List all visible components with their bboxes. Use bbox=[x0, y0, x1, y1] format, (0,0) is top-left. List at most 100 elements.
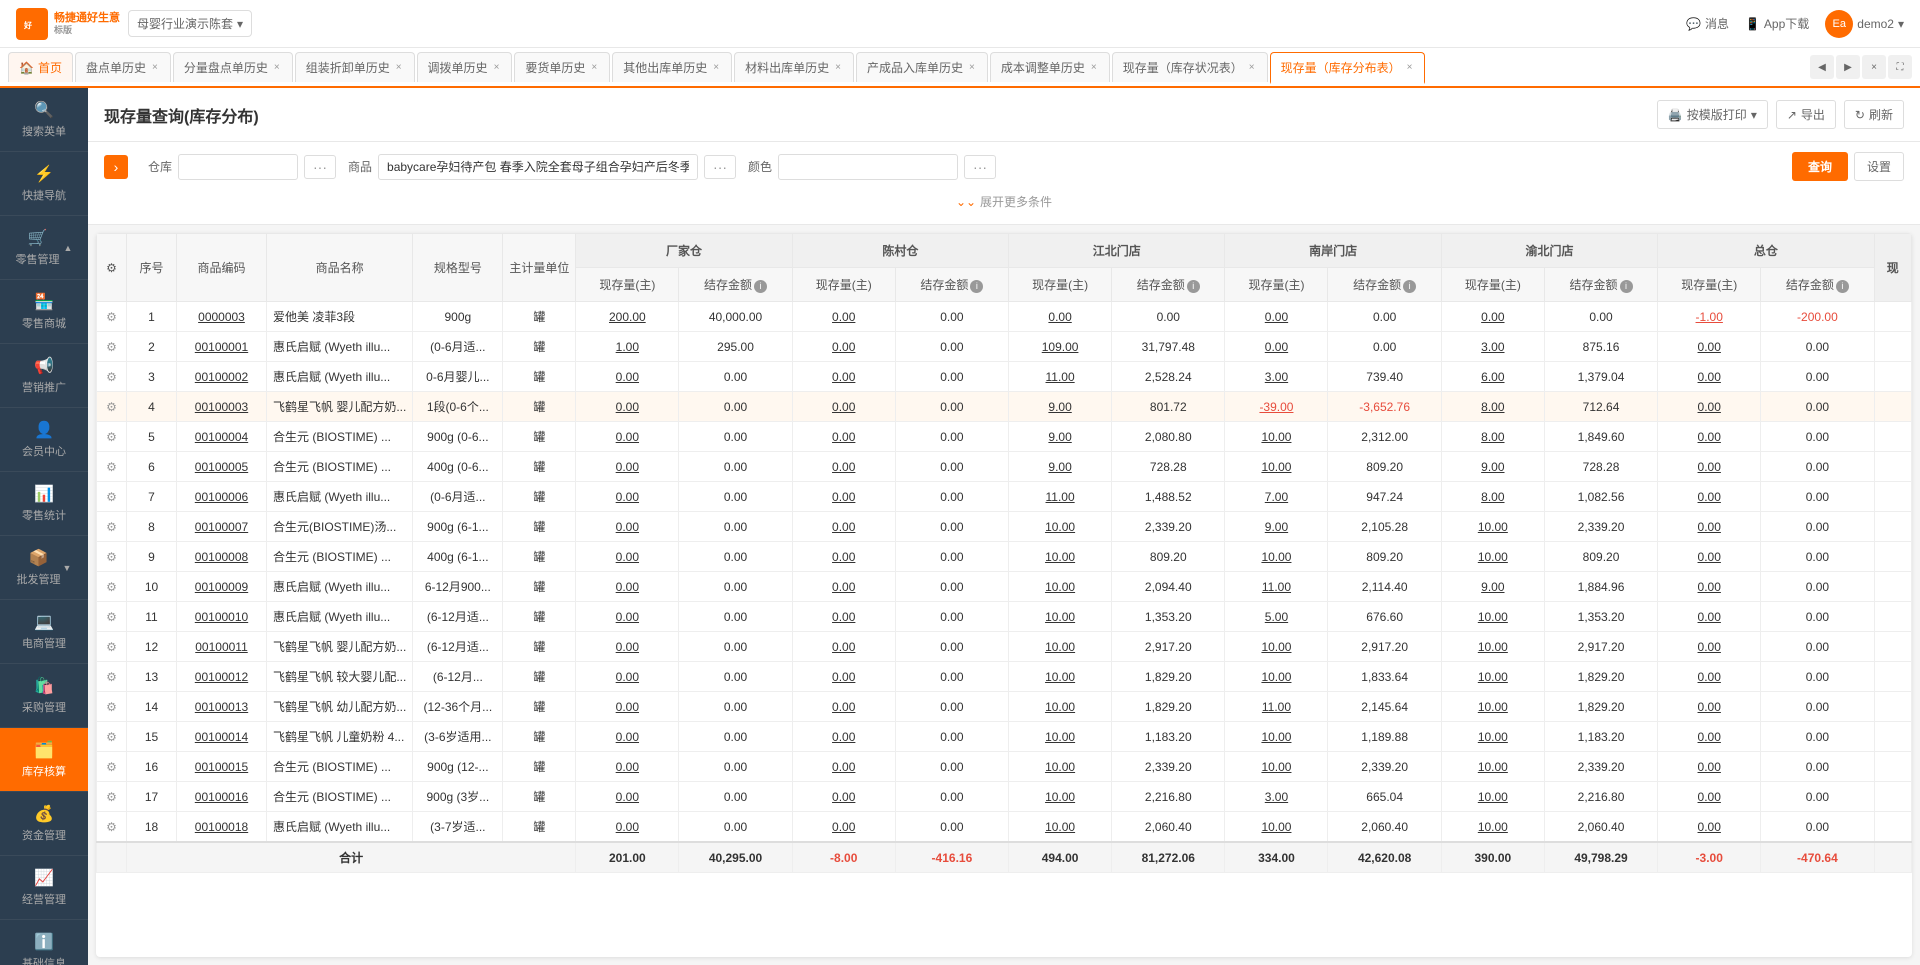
row-settings[interactable]: ⚙ bbox=[97, 752, 127, 782]
row-jiangbei-qty[interactable]: 10.00 bbox=[1009, 752, 1112, 782]
row-code[interactable]: 0000003 bbox=[177, 302, 267, 332]
row-chang-qty[interactable]: 0.00 bbox=[576, 452, 679, 482]
sidebar-item-member[interactable]: 👤 会员中心 bbox=[0, 408, 88, 472]
tab-product-in-close[interactable]: × bbox=[967, 61, 977, 74]
row-chen-qty[interactable]: 0.00 bbox=[792, 452, 895, 482]
row-yubei-qty[interactable]: 6.00 bbox=[1441, 362, 1544, 392]
row-settings[interactable]: ⚙ bbox=[97, 722, 127, 752]
sidebar-item-marketing[interactable]: 📢 营销推广 bbox=[0, 344, 88, 408]
row-total-qty[interactable]: 0.00 bbox=[1658, 662, 1761, 692]
nav-close-all-btn[interactable]: × bbox=[1862, 55, 1886, 79]
row-settings[interactable]: ⚙ bbox=[97, 482, 127, 512]
row-settings[interactable]: ⚙ bbox=[97, 542, 127, 572]
row-chen-qty[interactable]: 0.00 bbox=[792, 752, 895, 782]
row-yubei-qty[interactable]: 10.00 bbox=[1441, 662, 1544, 692]
row-nanan-qty[interactable]: 10.00 bbox=[1225, 812, 1328, 843]
row-chang-qty[interactable]: 0.00 bbox=[576, 392, 679, 422]
store-selector[interactable]: 母婴行业演示陈套 ▾ bbox=[128, 10, 252, 37]
row-total-qty[interactable]: 0.00 bbox=[1658, 692, 1761, 722]
tab-sub-inventory[interactable]: 分量盘点单历史 × bbox=[173, 52, 293, 82]
row-nanan-qty[interactable]: 10.00 bbox=[1225, 452, 1328, 482]
tab-transfer-close[interactable]: × bbox=[492, 61, 502, 74]
chang-amt-info[interactable]: i bbox=[754, 280, 767, 293]
tab-stock-status-close[interactable]: × bbox=[1247, 61, 1257, 74]
row-yubei-qty[interactable]: 10.00 bbox=[1441, 752, 1544, 782]
row-chen-qty[interactable]: 0.00 bbox=[792, 392, 895, 422]
row-gear-icon[interactable]: ⚙ bbox=[106, 640, 117, 654]
row-chang-qty[interactable]: 0.00 bbox=[576, 752, 679, 782]
row-code[interactable]: 00100008 bbox=[177, 542, 267, 572]
row-total-qty[interactable]: 0.00 bbox=[1658, 362, 1761, 392]
row-total-qty[interactable]: 0.00 bbox=[1658, 512, 1761, 542]
row-chang-qty[interactable]: 200.00 bbox=[576, 302, 679, 332]
row-chen-qty[interactable]: 0.00 bbox=[792, 632, 895, 662]
row-nanan-qty[interactable]: 10.00 bbox=[1225, 542, 1328, 572]
row-settings[interactable]: ⚙ bbox=[97, 692, 127, 722]
print-btn[interactable]: 🖨️ 按模版打印 ▾ bbox=[1657, 100, 1768, 129]
row-chang-qty[interactable]: 0.00 bbox=[576, 482, 679, 512]
row-code[interactable]: 00100002 bbox=[177, 362, 267, 392]
tab-product-in[interactable]: 产成品入库单历史 × bbox=[856, 52, 988, 82]
row-nanan-qty[interactable]: 9.00 bbox=[1225, 512, 1328, 542]
row-total-qty[interactable]: 0.00 bbox=[1658, 392, 1761, 422]
sidebar-item-search[interactable]: 🔍 搜索英单 bbox=[0, 88, 88, 152]
row-total-qty[interactable]: 0.00 bbox=[1658, 752, 1761, 782]
sidebar-item-retail-mgmt[interactable]: 🛒 零售管理 ▲ bbox=[0, 216, 88, 280]
row-chang-qty[interactable]: 0.00 bbox=[576, 512, 679, 542]
row-code[interactable]: 00100013 bbox=[177, 692, 267, 722]
row-settings[interactable]: ⚙ bbox=[97, 782, 127, 812]
row-jiangbei-qty[interactable]: 9.00 bbox=[1009, 392, 1112, 422]
sidebar-item-quick-nav[interactable]: ⚡ 快捷导航 bbox=[0, 152, 88, 216]
row-jiangbei-qty[interactable]: 10.00 bbox=[1009, 542, 1112, 572]
sidebar-item-operation[interactable]: 📈 经营管理 bbox=[0, 856, 88, 920]
row-code[interactable]: 00100004 bbox=[177, 422, 267, 452]
row-yubei-qty[interactable]: 10.00 bbox=[1441, 722, 1544, 752]
row-chang-qty[interactable]: 1.00 bbox=[576, 332, 679, 362]
row-total-qty[interactable]: -1.00 bbox=[1658, 302, 1761, 332]
row-chen-qty[interactable]: 0.00 bbox=[792, 362, 895, 392]
row-jiangbei-qty[interactable]: 9.00 bbox=[1009, 422, 1112, 452]
row-chen-qty[interactable]: 0.00 bbox=[792, 512, 895, 542]
row-chen-qty[interactable]: 0.00 bbox=[792, 542, 895, 572]
row-code[interactable]: 00100012 bbox=[177, 662, 267, 692]
row-nanan-qty[interactable]: 7.00 bbox=[1225, 482, 1328, 512]
tab-other-out-close[interactable]: × bbox=[711, 61, 721, 74]
row-nanan-qty[interactable]: 10.00 bbox=[1225, 632, 1328, 662]
row-code[interactable]: 00100014 bbox=[177, 722, 267, 752]
row-settings[interactable]: ⚙ bbox=[97, 362, 127, 392]
row-chen-qty[interactable]: 0.00 bbox=[792, 482, 895, 512]
tab-material-out-close[interactable]: × bbox=[833, 61, 843, 74]
row-chang-qty[interactable]: 0.00 bbox=[576, 632, 679, 662]
app-download-btn[interactable]: 📱 App下载 bbox=[1745, 15, 1809, 32]
row-gear-icon[interactable]: ⚙ bbox=[106, 430, 117, 444]
chen-amt-info[interactable]: i bbox=[970, 280, 983, 293]
row-code[interactable]: 00100015 bbox=[177, 752, 267, 782]
row-chang-qty[interactable]: 0.00 bbox=[576, 662, 679, 692]
row-yubei-qty[interactable]: 10.00 bbox=[1441, 632, 1544, 662]
row-jiangbei-qty[interactable]: 10.00 bbox=[1009, 512, 1112, 542]
tab-sub-inventory-close[interactable]: × bbox=[272, 61, 282, 74]
expand-more-btn[interactable]: ⌄⌄ 展开更多条件 bbox=[948, 189, 1060, 214]
tab-other-out[interactable]: 其他出库单历史 × bbox=[612, 52, 732, 82]
sidebar-item-retail-stats[interactable]: 📊 零售统计 bbox=[0, 472, 88, 536]
row-gear-icon[interactable]: ⚙ bbox=[106, 520, 117, 534]
row-nanan-qty[interactable]: 5.00 bbox=[1225, 602, 1328, 632]
row-yubei-qty[interactable]: 0.00 bbox=[1441, 302, 1544, 332]
row-nanan-qty[interactable]: 10.00 bbox=[1225, 422, 1328, 452]
row-chen-qty[interactable]: 0.00 bbox=[792, 722, 895, 752]
export-btn[interactable]: ↗ 导出 bbox=[1776, 100, 1836, 129]
row-yubei-qty[interactable]: 10.00 bbox=[1441, 602, 1544, 632]
tab-assembly-close[interactable]: × bbox=[394, 61, 404, 74]
row-jiangbei-qty[interactable]: 10.00 bbox=[1009, 722, 1112, 752]
row-total-qty[interactable]: 0.00 bbox=[1658, 722, 1761, 752]
jiangbei-amt-info[interactable]: i bbox=[1187, 280, 1200, 293]
sidebar-item-finance[interactable]: 💰 资金管理 bbox=[0, 792, 88, 856]
nav-prev-btn[interactable]: ◀ bbox=[1810, 55, 1834, 79]
row-total-qty[interactable]: 0.00 bbox=[1658, 542, 1761, 572]
row-code[interactable]: 00100007 bbox=[177, 512, 267, 542]
row-settings[interactable]: ⚙ bbox=[97, 452, 127, 482]
row-gear-icon[interactable]: ⚙ bbox=[106, 580, 117, 594]
row-gear-icon[interactable]: ⚙ bbox=[106, 700, 117, 714]
row-chang-qty[interactable]: 0.00 bbox=[576, 422, 679, 452]
row-jiangbei-qty[interactable]: 109.00 bbox=[1009, 332, 1112, 362]
